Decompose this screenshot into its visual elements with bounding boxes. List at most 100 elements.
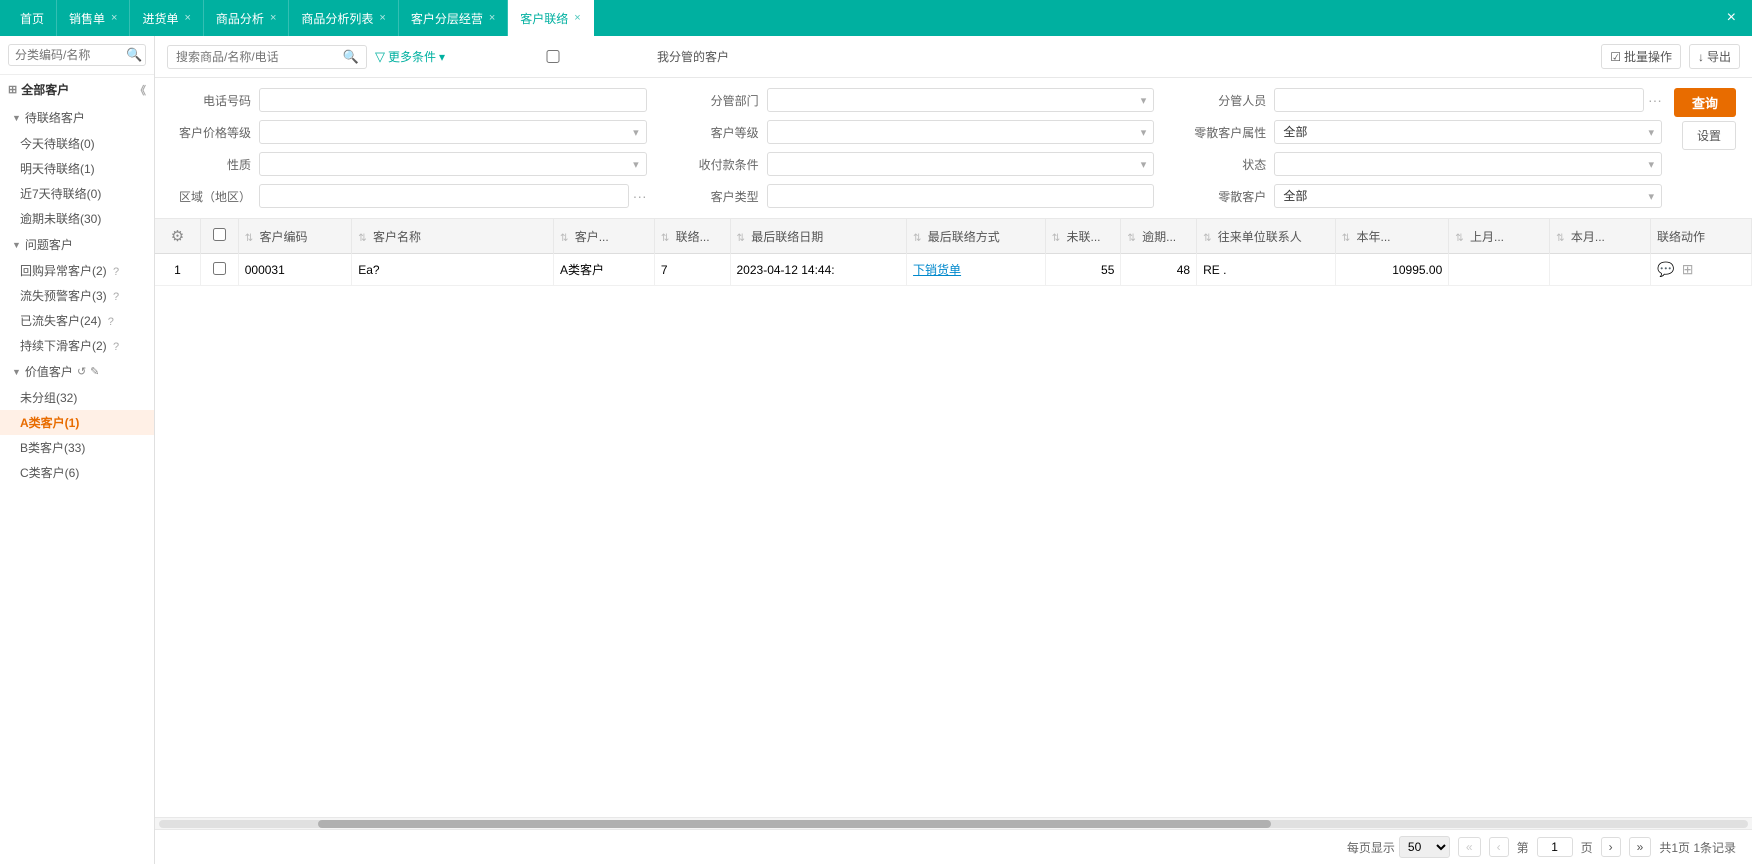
tab-customer-contact[interactable]: 客户联络 × xyxy=(508,0,593,36)
tab-sales[interactable]: 销售单 × xyxy=(57,0,130,36)
sort-icon12[interactable]: ⇅ xyxy=(1556,233,1564,244)
filter-payment-select[interactable] xyxy=(767,152,1155,176)
filter-region-dots[interactable]: ··· xyxy=(633,188,647,204)
sort-icon7[interactable]: ⇅ xyxy=(1052,233,1060,244)
tab-purchase-close[interactable]: × xyxy=(184,12,190,24)
filter-status: 状态 ▾ xyxy=(1186,152,1662,176)
edit-icon[interactable]: ✎ xyxy=(90,365,99,378)
sort-icon5[interactable]: ⇅ xyxy=(737,233,745,244)
settings-gear-icon[interactable]: ⚙ xyxy=(171,228,184,245)
per-page-wrap: 每页显示 50 100 xyxy=(1347,836,1450,858)
sidebar-item-overdue-pending[interactable]: 逾期未联络(30) xyxy=(0,206,154,231)
last-page-button[interactable]: » xyxy=(1629,837,1652,857)
tab-customer-segment-close[interactable]: × xyxy=(489,12,495,24)
tab-purchase[interactable]: 进货单 × xyxy=(130,0,203,36)
tab-customer-contact-close[interactable]: × xyxy=(574,12,580,24)
sidebar-item-c-class[interactable]: C类客户(6) xyxy=(0,460,154,485)
sidebar-item-tomorrow-pending[interactable]: 明天待联络(1) xyxy=(0,156,154,181)
sidebar-item-ungroup[interactable]: 未分组(32) xyxy=(0,385,154,410)
filter-retail-attr-select[interactable]: 全部 xyxy=(1274,120,1662,144)
filter-dept-select[interactable] xyxy=(767,88,1155,112)
sort-icon8[interactable]: ⇅ xyxy=(1127,233,1135,244)
sidebar-item-b-class[interactable]: B类客户(33) xyxy=(0,435,154,460)
td-check[interactable] xyxy=(200,254,238,286)
row-checkbox[interactable] xyxy=(213,262,226,275)
tab-home[interactable]: 首页 xyxy=(8,0,57,36)
export-button[interactable]: ↓ 导出 xyxy=(1689,44,1740,69)
chat-icon[interactable]: 💬 xyxy=(1657,261,1674,277)
search-input[interactable] xyxy=(167,45,367,69)
filter-customer-type-input[interactable] xyxy=(767,184,1155,208)
tab-analysis-close[interactable]: × xyxy=(270,12,276,24)
filter-btn-group: 查询 设置 xyxy=(1674,88,1736,208)
horizontal-scrollbar[interactable] xyxy=(155,817,1752,829)
th-name: ⇅ 客户名称 xyxy=(352,219,554,254)
collapse-arrow-icon: 《 xyxy=(135,82,146,98)
tab-analysis-list-close[interactable]: × xyxy=(379,12,385,24)
tab-analysis[interactable]: 商品分析 × xyxy=(204,0,289,36)
window-close-button[interactable]: × xyxy=(1719,9,1744,27)
table-footer: 每页显示 50 100 « ‹ 第 页 › » 共1页 1条记录 xyxy=(155,829,1752,864)
sort-icon6[interactable]: ⇅ xyxy=(913,233,921,244)
value-header[interactable]: ▼ 价值客户 ↺ ✎ xyxy=(0,358,154,385)
th-settings[interactable]: ⚙ xyxy=(155,219,200,254)
sort-icon10[interactable]: ⇅ xyxy=(1342,233,1350,244)
refresh-icon[interactable]: ↺ xyxy=(77,365,86,378)
page-input[interactable] xyxy=(1537,837,1573,857)
tab-analysis-list[interactable]: 商品分析列表 × xyxy=(289,0,398,36)
filter-manager-dots[interactable]: ··· xyxy=(1648,92,1662,108)
sort-icon2[interactable]: ⇅ xyxy=(358,233,366,244)
filter-manager-input[interactable] xyxy=(1274,88,1644,112)
filter-status-select[interactable] xyxy=(1274,152,1662,176)
qr-icon[interactable]: ⊞ xyxy=(1682,261,1694,277)
filter-more-button[interactable]: ▽ 更多条件 ▾ xyxy=(375,48,445,65)
query-button[interactable]: 查询 xyxy=(1674,88,1736,117)
last-contact-method-link[interactable]: 下销货单 xyxy=(913,263,961,277)
first-page-button[interactable]: « xyxy=(1458,837,1481,857)
filter-customer-type-label: 客户类型 xyxy=(679,188,759,205)
my-customers-checkbox[interactable] xyxy=(453,50,653,63)
sidebar-item-a-class[interactable]: A类客户(1) xyxy=(0,410,154,435)
th-check[interactable] xyxy=(200,219,238,254)
all-customers-header[interactable]: ⊞ 全部客户 《 xyxy=(0,75,154,104)
sidebar-item-churn-warning[interactable]: 流失预警客户(3) ? xyxy=(0,283,154,308)
tab-customer-segment[interactable]: 客户分层经营 × xyxy=(399,0,508,36)
filter-customer-level-select[interactable] xyxy=(767,120,1155,144)
td-seq: 1 xyxy=(155,254,200,286)
sidebar-item-today-pending[interactable]: 今天待联络(0) xyxy=(0,131,154,156)
filter-retail-customer-label: 零散客户 xyxy=(1186,188,1266,205)
sort-icon11[interactable]: ⇅ xyxy=(1455,233,1463,244)
pending-contact-header[interactable]: ▼ 待联络客户 xyxy=(0,104,154,131)
sidebar-item-repurchase-abnormal[interactable]: 回购异常客户(2) ? xyxy=(0,258,154,283)
filter-nature-wrap: ▾ xyxy=(259,152,647,176)
sort-icon9[interactable]: ⇅ xyxy=(1203,233,1211,244)
td-code: 000031 xyxy=(238,254,351,286)
sidebar-item-week-pending[interactable]: 近7天待联络(0) xyxy=(0,181,154,206)
per-page-select[interactable]: 50 100 xyxy=(1399,836,1450,858)
filter-price-level: 客户价格等级 ▾ xyxy=(171,120,647,144)
filter-rows: 电话号码 分管部门 ▾ 分管人员 xyxy=(171,88,1662,208)
prev-page-button[interactable]: ‹ xyxy=(1489,837,1509,857)
problem-header[interactable]: ▼ 问题客户 xyxy=(0,231,154,258)
tab-sales-close[interactable]: × xyxy=(111,12,117,24)
filter-region-input[interactable] xyxy=(259,184,629,208)
td-this-month xyxy=(1550,254,1651,286)
filter-nature-select[interactable] xyxy=(259,152,647,176)
sidebar-item-churned[interactable]: 已流失客户(24) ? xyxy=(0,308,154,333)
settings-button[interactable]: 设置 xyxy=(1682,121,1736,150)
td-unit-contacts: RE . xyxy=(1197,254,1336,286)
filter-price-level-select[interactable] xyxy=(259,120,647,144)
select-all-checkbox[interactable] xyxy=(213,228,226,241)
sort-icon3[interactable]: ⇅ xyxy=(560,233,568,244)
td-action: 💬 ⊞ xyxy=(1651,254,1752,286)
filter-nature-label: 性质 xyxy=(171,156,251,173)
batch-op-button[interactable]: ☑ 批量操作 xyxy=(1601,44,1681,69)
filter-region-wrap: ··· xyxy=(259,184,647,208)
sort-icon[interactable]: ⇅ xyxy=(245,233,253,244)
scrollbar-thumb[interactable] xyxy=(318,820,1271,828)
sidebar-item-declining[interactable]: 持续下滑客户(2) ? xyxy=(0,333,154,358)
filter-phone-input[interactable] xyxy=(259,88,647,112)
sort-icon4[interactable]: ⇅ xyxy=(661,233,669,244)
filter-retail-customer-select[interactable]: 全部 xyxy=(1274,184,1662,208)
next-page-button[interactable]: › xyxy=(1601,837,1621,857)
